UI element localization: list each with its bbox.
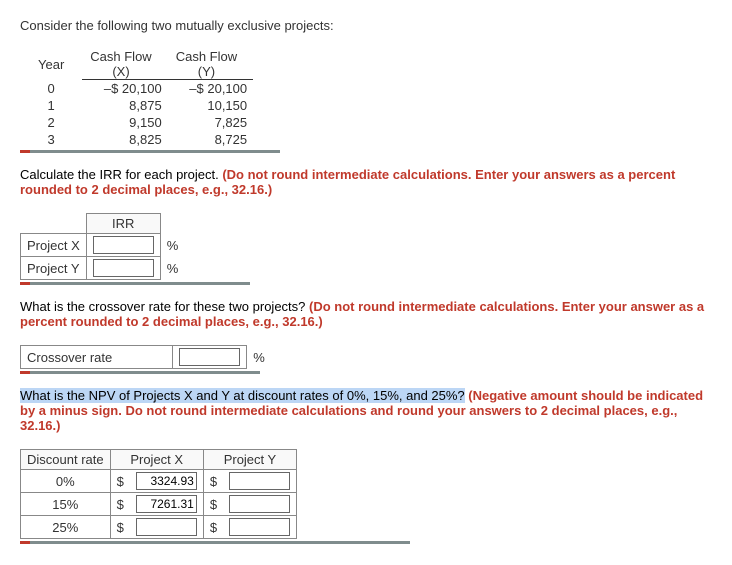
q2-text: What is the crossover rate for these two…	[20, 299, 712, 329]
divider	[20, 150, 280, 153]
crossover-label: Crossover rate	[21, 346, 173, 369]
col-cfx1: Cash Flow	[82, 49, 167, 64]
irr-header: IRR	[86, 214, 160, 234]
divider	[20, 282, 250, 285]
q1-text: Calculate the IRR for each project. (Do …	[20, 167, 712, 197]
divider	[20, 371, 260, 374]
crossover-input[interactable]	[179, 348, 240, 366]
irr-table: IRR Project X % Project Y %	[20, 213, 185, 280]
cashflow-table: Year Cash Flow Cash Flow (X) (Y) 0–$ 20,…	[20, 49, 253, 148]
irr-input-x[interactable]	[93, 236, 154, 254]
col-projy: Project Y	[203, 450, 296, 470]
col-discount: Discount rate	[21, 450, 111, 470]
npv-x-25[interactable]	[136, 518, 197, 536]
npv-x-15[interactable]	[136, 495, 197, 513]
col-cfx2: (X)	[82, 64, 167, 80]
col-cfy2: (Y)	[168, 64, 253, 80]
row-project-x: Project X	[21, 234, 87, 257]
row-project-y: Project Y	[21, 257, 87, 280]
col-cfy1: Cash Flow	[168, 49, 253, 64]
col-projx: Project X	[110, 450, 203, 470]
irr-input-y[interactable]	[93, 259, 154, 277]
npv-y-25[interactable]	[229, 518, 290, 536]
crossover-table: Crossover rate %	[20, 345, 271, 369]
npv-table: Discount rate Project X Project Y 0% $ $…	[20, 449, 297, 539]
npv-y-15[interactable]	[229, 495, 290, 513]
npv-y-0[interactable]	[229, 472, 290, 490]
q3-text: What is the NPV of Projects X and Y at d…	[20, 388, 712, 433]
npv-x-0[interactable]	[136, 472, 197, 490]
divider	[20, 541, 410, 544]
intro-text: Consider the following two mutually excl…	[20, 18, 712, 33]
col-year: Year	[20, 49, 82, 80]
